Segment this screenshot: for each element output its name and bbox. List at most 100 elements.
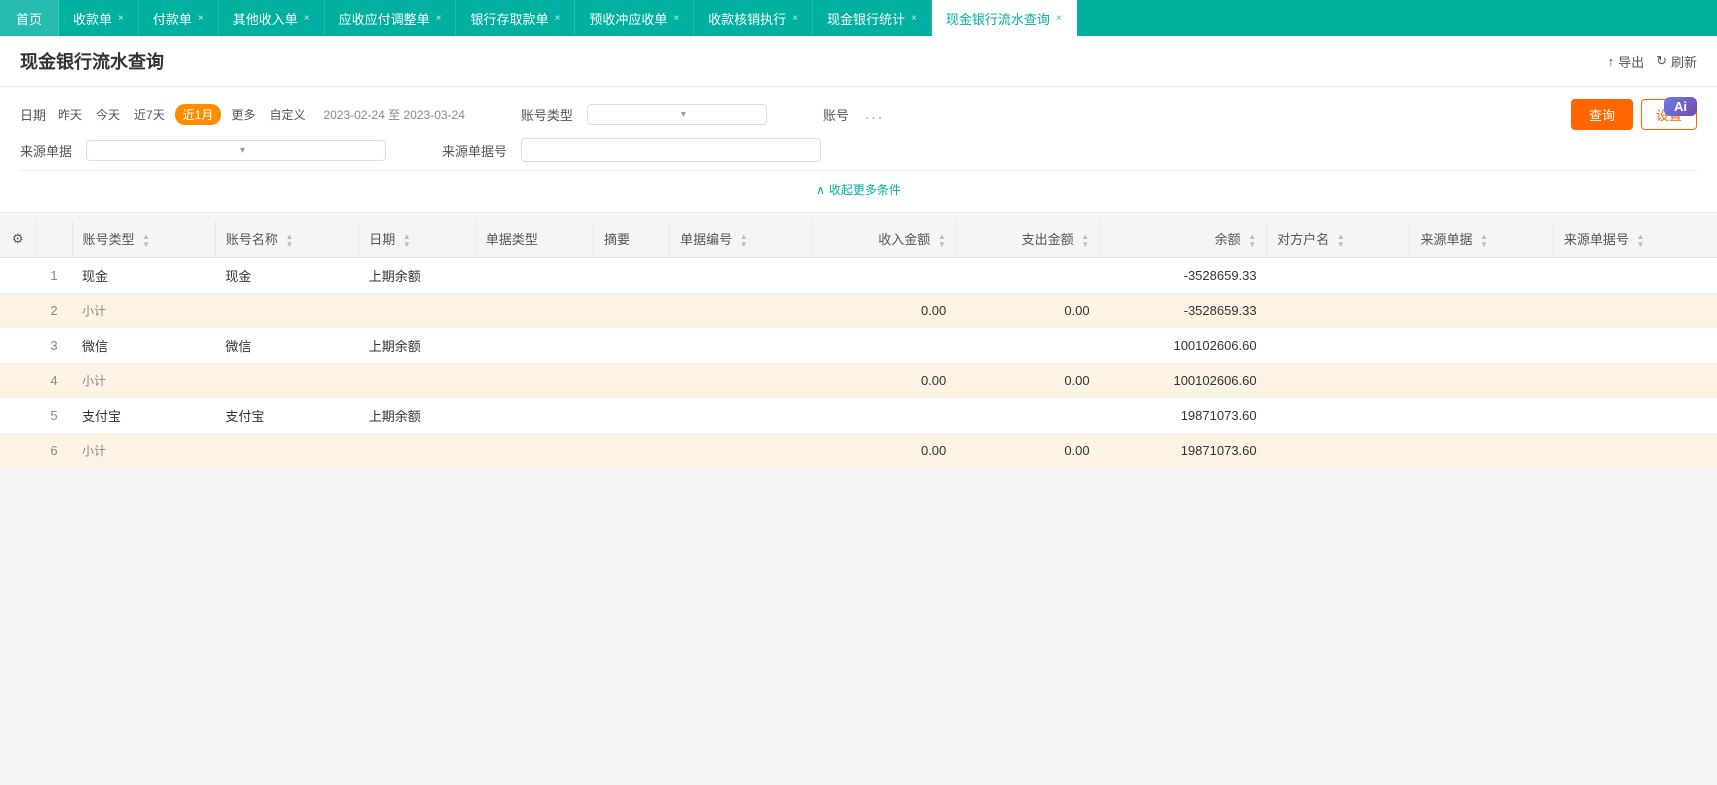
th-expense[interactable]: 支出金额 ▲▼ — [956, 221, 1099, 257]
source-doc-no-filter-block: 来源单据号 — [442, 138, 821, 162]
row-source-doc-no — [1553, 433, 1717, 467]
nav-tab-bank-stats[interactable]: 现金银行统计 × — [813, 0, 932, 36]
row-account-name — [215, 293, 358, 327]
yesterday-btn[interactable]: 昨天 — [54, 104, 86, 125]
row-income: 0.00 — [813, 363, 956, 397]
source-doc-select[interactable]: ▾ — [86, 140, 386, 161]
query-button[interactable]: 查询 — [1571, 99, 1633, 130]
account-type-filter-block: 账号类型 ▾ — [521, 104, 767, 125]
refresh-button[interactable]: ↻ 刷新 — [1656, 52, 1697, 71]
last1month-btn[interactable]: 近1月 — [175, 104, 222, 125]
row-account-name: 现金 — [215, 257, 358, 293]
th-doc-no[interactable]: 单据编号 ▲▼ — [670, 221, 813, 257]
page-header: 现金银行流水查询 ↑ 导出 ↻ 刷新 — [0, 36, 1717, 87]
row-gear — [0, 293, 36, 327]
row-source-doc — [1410, 397, 1553, 433]
nav-tab-cash-flow[interactable]: 现金银行流水查询 × — [932, 0, 1077, 36]
row-counterparty — [1267, 363, 1410, 397]
nav-tab-bank-deposit[interactable]: 银行存取款单 × — [456, 0, 575, 36]
th-doc-type[interactable]: 单据类型 — [475, 221, 593, 257]
row-account-name — [215, 433, 358, 467]
table-row: 6小计0.000.0019871073.60 — [0, 433, 1717, 467]
row-counterparty — [1267, 433, 1410, 467]
th-counterparty[interactable]: 对方户名 ▲▼ — [1267, 221, 1410, 257]
row-source-doc-no — [1553, 293, 1717, 327]
row-expense: 0.00 — [956, 363, 1099, 397]
nav-home[interactable]: 首页 — [0, 0, 59, 36]
close-icon[interactable]: × — [911, 13, 917, 24]
row-counterparty — [1267, 327, 1410, 363]
close-icon[interactable]: × — [436, 13, 442, 24]
table-container: ⚙ 账号类型 ▲▼ 账号名称 ▲▼ 日期 ▲▼ 单据类型 摘 — [0, 221, 1717, 468]
row-date — [359, 293, 476, 327]
row-summary — [593, 293, 669, 327]
source-doc-label: 来源单据 — [20, 141, 72, 160]
source-doc-no-input-wrapper — [521, 138, 821, 162]
sort-arrows-icon: ▲▼ — [403, 233, 411, 249]
nav-tab-shoukuan[interactable]: 收款单 × — [59, 0, 139, 36]
more-date-btn[interactable]: 更多 — [227, 104, 259, 125]
close-icon[interactable]: × — [792, 13, 798, 24]
sort-arrows-icon: ▲▼ — [740, 233, 748, 249]
today-btn[interactable]: 今天 — [92, 104, 124, 125]
row-source-doc-no — [1553, 363, 1717, 397]
account-filter-block: 账号 ... — [823, 105, 884, 124]
row-doc-type — [475, 257, 593, 293]
table-header: ⚙ 账号类型 ▲▼ 账号名称 ▲▼ 日期 ▲▼ 单据类型 摘 — [0, 221, 1717, 257]
row-gear — [0, 363, 36, 397]
nav-tab-collection-exec[interactable]: 收款核销执行 × — [694, 0, 813, 36]
close-icon[interactable]: × — [1056, 13, 1062, 24]
th-account-type[interactable]: 账号类型 ▲▼ — [72, 221, 215, 257]
row-balance: -3528659.33 — [1100, 293, 1267, 327]
row-doc-no — [670, 363, 813, 397]
row-gear — [0, 327, 36, 363]
close-icon[interactable]: × — [304, 13, 310, 24]
row-date: 上期余额 — [359, 397, 476, 433]
row-doc-no — [670, 293, 813, 327]
row-balance: 19871073.60 — [1100, 397, 1267, 433]
nav-tab-other-income[interactable]: 其他收入单 × — [219, 0, 325, 36]
row-gear — [0, 433, 36, 467]
close-icon[interactable]: × — [554, 13, 560, 24]
row-index: 3 — [36, 327, 72, 363]
table-row: 4小计0.000.00100102606.60 — [0, 363, 1717, 397]
account-label: 账号 — [823, 105, 849, 124]
account-type-label: 账号类型 — [521, 105, 573, 124]
close-icon[interactable]: × — [198, 13, 204, 24]
date-shortcuts: 昨天 今天 近7天 近1月 更多 自定义 — [54, 104, 309, 125]
row-index: 6 — [36, 433, 72, 467]
account-more-btn[interactable]: ... — [865, 106, 884, 124]
th-account-name[interactable]: 账号名称 ▲▼ — [215, 221, 358, 257]
row-date: 上期余额 — [359, 257, 476, 293]
export-button[interactable]: ↑ 导出 — [1608, 52, 1645, 71]
row-date — [359, 363, 476, 397]
th-source-doc-no[interactable]: 来源单据号 ▲▼ — [1553, 221, 1717, 257]
th-summary[interactable]: 摘要 — [593, 221, 669, 257]
nav-tab-adjustment[interactable]: 应收应付调整单 × — [325, 0, 457, 36]
nav-tab-fukuan[interactable]: 付款单 × — [139, 0, 219, 36]
dropdown-arrow-icon-2: ▾ — [240, 145, 377, 156]
close-icon[interactable]: × — [673, 13, 679, 24]
row-doc-no — [670, 257, 813, 293]
row-doc-type — [475, 327, 593, 363]
row-expense — [956, 397, 1099, 433]
th-balance[interactable]: 余额 ▲▼ — [1100, 221, 1267, 257]
row-account-name: 支付宝 — [215, 397, 358, 433]
last7days-btn[interactable]: 近7天 — [130, 104, 169, 125]
row-balance: 19871073.60 — [1100, 433, 1267, 467]
collapse-button[interactable]: ∧ 收起更多条件 — [20, 177, 1697, 202]
th-date[interactable]: 日期 ▲▼ — [359, 221, 476, 257]
th-income[interactable]: 收入金额 ▲▼ — [813, 221, 956, 257]
row-summary — [593, 257, 669, 293]
source-doc-no-input[interactable] — [530, 143, 812, 157]
close-icon[interactable]: × — [118, 13, 124, 24]
th-gear[interactable]: ⚙ — [0, 221, 36, 257]
row-income: 0.00 — [813, 293, 956, 327]
account-type-select[interactable]: ▾ — [587, 104, 767, 125]
row-account-type: 小计 — [72, 433, 215, 467]
th-source-doc[interactable]: 来源单据 ▲▼ — [1410, 221, 1553, 257]
custom-date-btn[interactable]: 自定义 — [265, 104, 309, 125]
row-source-doc — [1410, 293, 1553, 327]
ai-badge[interactable]: Ai — [1664, 97, 1697, 116]
nav-tab-prepay[interactable]: 预收冲应收单 × — [575, 0, 694, 36]
